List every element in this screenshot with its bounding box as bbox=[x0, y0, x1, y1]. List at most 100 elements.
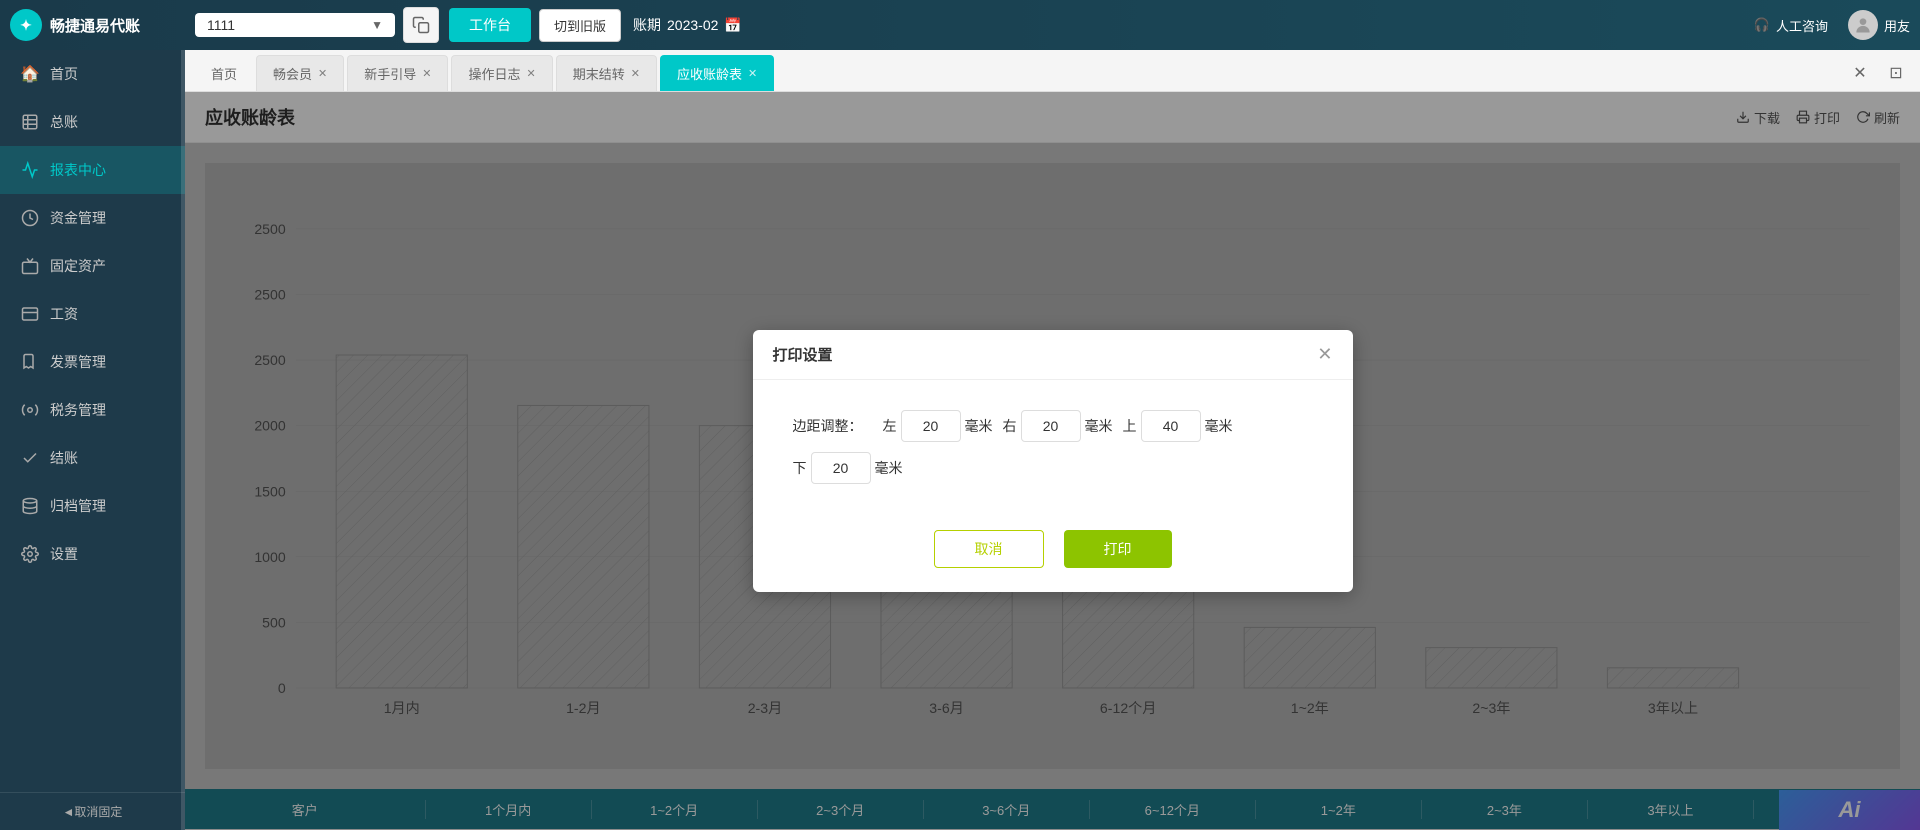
modal-overlay: 打印设置 ✕ 边距调整： 左 毫米 右 bbox=[185, 92, 1920, 830]
consultation-button[interactable]: 🎧 人工咨询 bbox=[1754, 16, 1828, 35]
salary-icon bbox=[20, 304, 40, 324]
sidebar-item-fixed-assets[interactable]: 固定资产 bbox=[0, 242, 185, 290]
sidebar-label-reports: 报表中心 bbox=[50, 160, 106, 180]
chevron-down-icon: ▼ bbox=[371, 18, 383, 32]
sidebar: 🏠 首页 总账 报表中心 资金管理 固定资产 bbox=[0, 50, 185, 830]
margin-bottom-item: 下 毫米 bbox=[793, 452, 903, 484]
invoice-icon bbox=[20, 352, 40, 372]
tab-guide[interactable]: 新手引导 ✕ bbox=[347, 55, 448, 91]
margin-top-label: 上 bbox=[1123, 416, 1137, 436]
tab-aging[interactable]: 应收账龄表 ✕ bbox=[660, 55, 774, 91]
user-menu[interactable]: 用友 bbox=[1848, 10, 1910, 40]
sidebar-collapse-button[interactable]: ◄取消固定 bbox=[0, 792, 185, 830]
copy-button[interactable] bbox=[403, 7, 439, 43]
margin-bottom-input[interactable] bbox=[811, 452, 871, 484]
margin-bottom-unit: 毫米 bbox=[875, 458, 903, 478]
sidebar-label-salary: 工资 bbox=[50, 304, 78, 324]
margin-left-unit: 毫米 bbox=[965, 416, 993, 436]
content-area: 首页 畅会员 ✕ 新手引导 ✕ 操作日志 ✕ 期末结转 ✕ 应收账龄表 ✕ bbox=[185, 50, 1920, 830]
modal-header: 打印设置 ✕ bbox=[753, 330, 1353, 380]
maximize-window-button[interactable]: ⊡ bbox=[1882, 59, 1910, 87]
fixed-assets-icon bbox=[20, 256, 40, 276]
consultation-label: 人工咨询 bbox=[1776, 16, 1828, 35]
headset-icon: 🎧 bbox=[1754, 17, 1770, 33]
tab-oplog[interactable]: 操作日志 ✕ bbox=[451, 55, 552, 91]
header-right: 🎧 人工咨询 用友 bbox=[1754, 10, 1910, 40]
sidebar-item-archive[interactable]: 归档管理 bbox=[0, 482, 185, 530]
tab-home[interactable]: 首页 bbox=[195, 56, 253, 91]
margin-left-label: 左 bbox=[883, 416, 897, 436]
modal-footer: 取消 打印 bbox=[753, 514, 1353, 592]
margin-left-input[interactable] bbox=[901, 410, 961, 442]
margin-top-item: 上 毫米 bbox=[1123, 410, 1233, 442]
margin-top-unit: 毫米 bbox=[1205, 416, 1233, 436]
sidebar-item-settings[interactable]: 设置 bbox=[0, 530, 185, 578]
modal-body: 边距调整： 左 毫米 右 毫米 bbox=[753, 380, 1353, 514]
username-label: 用友 bbox=[1884, 16, 1910, 35]
sidebar-item-salary[interactable]: 工资 bbox=[0, 290, 185, 338]
page-content: 应收账龄表 下载 打印 刷新 bbox=[185, 92, 1920, 830]
sidebar-label-funds: 资金管理 bbox=[50, 208, 106, 228]
margin-left-item: 左 毫米 bbox=[883, 410, 993, 442]
tab-oplog-label: 操作日志 bbox=[468, 64, 520, 83]
tab-period-end[interactable]: 期末结转 ✕ bbox=[556, 55, 657, 91]
logo-text: 畅捷通易代账 bbox=[50, 15, 140, 36]
sidebar-label-tax: 税务管理 bbox=[50, 400, 106, 420]
tab-guide-label: 新手引导 bbox=[364, 64, 416, 83]
margin-adjustment-row: 边距调整： 左 毫米 右 毫米 bbox=[793, 410, 1313, 484]
workbench-button[interactable]: 工作台 bbox=[449, 8, 531, 42]
period-value: 2023-02 bbox=[667, 17, 718, 33]
company-selector[interactable]: 1111 ▼ bbox=[195, 13, 395, 37]
period-display: 账期 2023-02 📅 bbox=[633, 15, 742, 35]
sidebar-item-funds[interactable]: 资金管理 bbox=[0, 194, 185, 242]
margin-top-input[interactable] bbox=[1141, 410, 1201, 442]
tab-member-close-icon[interactable]: ✕ bbox=[318, 67, 327, 80]
sidebar-item-home[interactable]: 🏠 首页 bbox=[0, 50, 185, 98]
print-settings-modal: 打印设置 ✕ 边距调整： 左 毫米 右 bbox=[753, 330, 1353, 592]
reports-icon bbox=[20, 160, 40, 180]
company-name: 1111 bbox=[207, 17, 363, 33]
switch-version-button[interactable]: 切到旧版 bbox=[539, 9, 621, 42]
tab-home-label: 首页 bbox=[211, 64, 237, 83]
sidebar-item-reports[interactable]: 报表中心 bbox=[0, 146, 185, 194]
period-label: 账期 bbox=[633, 15, 661, 35]
margin-right-input[interactable] bbox=[1021, 410, 1081, 442]
confirm-print-button[interactable]: 打印 bbox=[1064, 530, 1172, 568]
tab-oplog-close-icon[interactable]: ✕ bbox=[527, 67, 536, 80]
sidebar-item-ledger[interactable]: 总账 bbox=[0, 98, 185, 146]
sidebar-label-fixed-assets: 固定资产 bbox=[50, 256, 106, 276]
sidebar-label-ledger: 总账 bbox=[50, 112, 78, 132]
tab-period-end-label: 期末结转 bbox=[573, 64, 625, 83]
tab-guide-close-icon[interactable]: ✕ bbox=[422, 67, 431, 80]
logo: ✦ 畅捷通易代账 bbox=[10, 9, 195, 41]
sidebar-label-invoice: 发票管理 bbox=[50, 352, 106, 372]
sidebar-label-settings: 设置 bbox=[50, 544, 78, 564]
sidebar-item-checkout[interactable]: 结账 bbox=[0, 434, 185, 482]
tab-member[interactable]: 畅会员 ✕ bbox=[256, 55, 344, 91]
sidebar-item-tax[interactable]: 税务管理 bbox=[0, 386, 185, 434]
calendar-icon[interactable]: 📅 bbox=[724, 17, 741, 34]
logo-icon: ✦ bbox=[10, 9, 42, 41]
tab-aging-close-icon[interactable]: ✕ bbox=[748, 67, 757, 80]
ledger-icon bbox=[20, 112, 40, 132]
checkout-icon bbox=[20, 448, 40, 468]
archive-icon bbox=[20, 496, 40, 516]
funds-icon bbox=[20, 208, 40, 228]
modal-close-icon[interactable]: ✕ bbox=[1317, 344, 1332, 365]
close-window-button[interactable]: ✕ bbox=[1846, 59, 1874, 87]
margin-right-unit: 毫米 bbox=[1085, 416, 1113, 436]
collapse-label: ◄取消固定 bbox=[63, 803, 123, 820]
cancel-button[interactable]: 取消 bbox=[934, 530, 1044, 568]
sidebar-item-invoice[interactable]: 发票管理 bbox=[0, 338, 185, 386]
margin-right-label: 右 bbox=[1003, 416, 1017, 436]
modal-title: 打印设置 bbox=[773, 344, 833, 365]
tabs-bar: 首页 畅会员 ✕ 新手引导 ✕ 操作日志 ✕ 期末结转 ✕ 应收账龄表 ✕ bbox=[185, 50, 1920, 92]
margin-adjustment-label: 边距调整： bbox=[793, 416, 863, 436]
margin-bottom-label: 下 bbox=[793, 458, 807, 478]
tab-period-end-close-icon[interactable]: ✕ bbox=[631, 67, 640, 80]
tab-aging-label: 应收账龄表 bbox=[677, 64, 742, 83]
margin-right-item: 右 毫米 bbox=[1003, 410, 1113, 442]
avatar bbox=[1848, 10, 1878, 40]
tax-icon bbox=[20, 400, 40, 420]
main-layout: 🏠 首页 总账 报表中心 资金管理 固定资产 bbox=[0, 50, 1920, 830]
